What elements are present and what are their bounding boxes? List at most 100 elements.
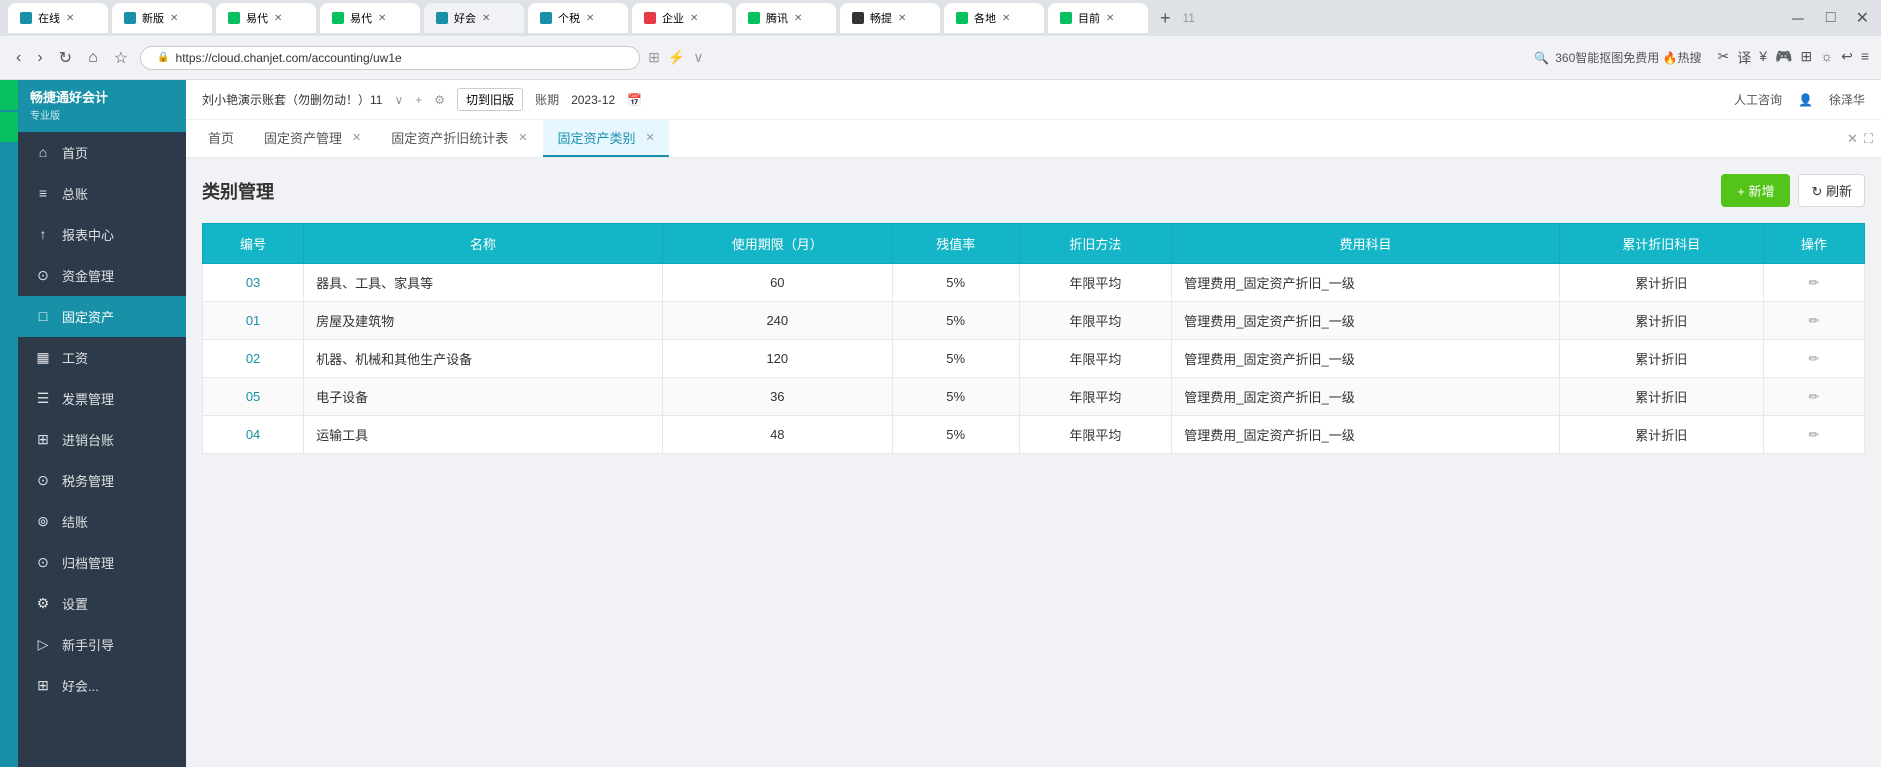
- wallet-icon[interactable]: ¥: [1759, 48, 1767, 68]
- sidebar-item-closing[interactable]: ⊚ 结账: [18, 501, 186, 542]
- minimize-button[interactable]: －: [1786, 2, 1810, 34]
- new-tab-button[interactable]: +: [1156, 4, 1175, 33]
- reload-button[interactable]: ↻: [55, 44, 76, 72]
- username: 徐泽华: [1829, 91, 1865, 108]
- edit-icon[interactable]: ✏: [1808, 275, 1819, 290]
- sidebar-item-reports[interactable]: ↑ 报表中心: [18, 214, 186, 255]
- page-header: 类别管理 + 新增 ↻ 刷新: [202, 174, 1865, 207]
- cell-name: 电子设备: [304, 378, 663, 416]
- cell-accumulated: 累计折旧: [1559, 302, 1763, 340]
- tab-label: 固定资产折旧统计表: [391, 128, 508, 147]
- browser-tab-3[interactable]: 易代 ✕: [216, 3, 316, 33]
- sidebar-logo: 畅捷通好会计: [30, 90, 108, 107]
- search-icon: 🔍: [1534, 51, 1549, 65]
- edit-icon[interactable]: ✏: [1808, 389, 1819, 404]
- col-header-code: 编号: [203, 224, 304, 264]
- consultant-link[interactable]: 人工咨询: [1734, 91, 1782, 108]
- funds-icon: ⊙: [34, 267, 52, 284]
- cell-expense: 管理费用_固定资产折旧_一级: [1172, 264, 1559, 302]
- sidebar-item-label: 税务管理: [62, 471, 114, 490]
- table-row: 04 运输工具 48 5% 年限平均 管理费用_固定资产折旧_一级 累计折旧 ✏: [203, 416, 1865, 454]
- cell-method: 年限平均: [1019, 264, 1172, 302]
- address-bar[interactable]: 🔒 https://cloud.chanjet.com/accounting/u…: [140, 46, 640, 70]
- col-header-method: 折旧方法: [1019, 224, 1172, 264]
- close-button[interactable]: ✕: [1852, 2, 1873, 34]
- bookmark-button[interactable]: ☆: [110, 44, 132, 72]
- cell-method: 年限平均: [1019, 416, 1172, 454]
- sidebar-item-fixed-assets[interactable]: □ 固定资产: [18, 296, 186, 337]
- sidebar-item-ledger[interactable]: ≡ 总账: [18, 173, 186, 214]
- tab-asset-categories[interactable]: 固定资产类别 ✕: [543, 120, 668, 157]
- payroll-icon: ▦: [34, 349, 52, 366]
- sidebar-item-guide[interactable]: ▷ 新手引导: [18, 624, 186, 665]
- theme-icon[interactable]: ☼: [1820, 48, 1833, 68]
- sidebar-item-inventory[interactable]: ⊞ 进销台账: [18, 419, 186, 460]
- browser-tab-1[interactable]: 在线 ✕: [8, 3, 108, 33]
- cell-actions: ✏: [1763, 378, 1864, 416]
- col-header-expense: 费用科目: [1172, 224, 1559, 264]
- maximize-button[interactable]: □: [1822, 2, 1840, 34]
- sidebar-item-label: 资金管理: [62, 266, 114, 285]
- home-icon: ⌂: [34, 144, 52, 160]
- tab-collapse-icon[interactable]: ✕: [1847, 131, 1858, 147]
- browser-tab-4[interactable]: 易代 ✕: [320, 3, 420, 33]
- browser-tab-5[interactable]: 好会 ✕: [424, 3, 524, 33]
- sidebar-item-payroll[interactable]: ▦ 工资: [18, 337, 186, 378]
- sidebar-item-archive[interactable]: ⊙ 归档管理: [18, 542, 186, 583]
- edit-icon[interactable]: ✏: [1808, 313, 1819, 328]
- col-header-period: 使用期限（月）: [662, 224, 892, 264]
- browser-tab-2[interactable]: 新版 ✕: [112, 3, 212, 33]
- left-indicator-1: [0, 80, 18, 110]
- sidebar-item-label: 好会...: [62, 676, 99, 695]
- scissors-icon[interactable]: ✂: [1718, 48, 1730, 68]
- cell-code: 04: [203, 416, 304, 454]
- back-button[interactable]: ‹: [12, 45, 25, 71]
- sidebar-item-label: 设置: [62, 594, 88, 613]
- edit-icon[interactable]: ✏: [1808, 427, 1819, 442]
- undo-icon[interactable]: ↩: [1841, 48, 1853, 68]
- extensions-icon: ⚡: [668, 49, 685, 66]
- ledger-icon: ≡: [34, 185, 52, 201]
- menu-icon[interactable]: ≡: [1861, 48, 1869, 68]
- sidebar-item-tax[interactable]: ⊙ 税务管理: [18, 460, 186, 501]
- tab-close-icon[interactable]: ✕: [518, 131, 527, 144]
- tab-close-icon[interactable]: ✕: [646, 131, 655, 144]
- edit-icon[interactable]: ✏: [1808, 351, 1819, 366]
- search-area[interactable]: 🔍 360智能抠图免费用 🔥热搜: [1534, 49, 1701, 66]
- content-area: 类别管理 + 新增 ↻ 刷新 编号 名称 使用期限（月） 残值率 折旧方法 费用…: [186, 158, 1881, 767]
- sidebar: 畅捷通好会计 专业版 ⌂ 首页 ≡ 总账 ↑ 报表中心 ⊙ 资金管理 □: [18, 80, 186, 767]
- sidebar-item-funds[interactable]: ⊙ 资金管理: [18, 255, 186, 296]
- add-account-icon[interactable]: +: [415, 93, 422, 107]
- games-icon[interactable]: 🎮: [1775, 48, 1792, 68]
- cell-name: 房屋及建筑物: [304, 302, 663, 340]
- sidebar-item-hao[interactable]: ⊞ 好会...: [18, 665, 186, 706]
- browser-tab-6[interactable]: 个税 ✕: [528, 3, 628, 33]
- calendar-icon[interactable]: 📅: [627, 93, 642, 107]
- home-button[interactable]: ⌂: [84, 45, 102, 71]
- cell-period: 36: [662, 378, 892, 416]
- grid-icon[interactable]: ⊞: [1801, 48, 1813, 68]
- browser-tab-10[interactable]: 各地 ✕: [944, 3, 1044, 33]
- tab-fixed-assets-mgmt[interactable]: 固定资产管理 ✕: [250, 120, 375, 157]
- sidebar-item-invoices[interactable]: ☰ 发票管理: [18, 378, 186, 419]
- tab-close-icon[interactable]: ✕: [352, 131, 361, 144]
- browser-tab-9[interactable]: 畅提 ✕: [840, 3, 940, 33]
- forward-button[interactable]: ›: [33, 45, 46, 71]
- tab-depreciation-stats[interactable]: 固定资产折旧统计表 ✕: [377, 120, 541, 157]
- browser-tab-7[interactable]: 企业 ✕: [632, 3, 732, 33]
- browser-tab-8[interactable]: 腾讯 ✕: [736, 3, 836, 33]
- translate-icon[interactable]: 译: [1737, 48, 1751, 68]
- tab-expand-icon[interactable]: ⛶: [1864, 131, 1873, 147]
- sidebar-item-home[interactable]: ⌂ 首页: [18, 132, 186, 173]
- sidebar-item-settings[interactable]: ⚙ 设置: [18, 583, 186, 624]
- browser-tab-11[interactable]: 目前 ✕: [1048, 3, 1148, 33]
- refresh-button[interactable]: ↻ 刷新: [1798, 174, 1865, 207]
- secure-icon: 🔒: [157, 52, 169, 63]
- switch-to-old-button[interactable]: 切到旧版: [457, 88, 523, 111]
- dropdown-icon[interactable]: ∨: [394, 93, 403, 107]
- hao-icon: ⊞: [34, 677, 52, 694]
- address-bar-row: ‹ › ↻ ⌂ ☆ 🔒 https://cloud.chanjet.com/ac…: [0, 36, 1881, 80]
- add-button[interactable]: + 新增: [1721, 174, 1790, 207]
- tab-home[interactable]: 首页: [194, 120, 248, 157]
- settings-icon[interactable]: ⚙: [434, 93, 445, 107]
